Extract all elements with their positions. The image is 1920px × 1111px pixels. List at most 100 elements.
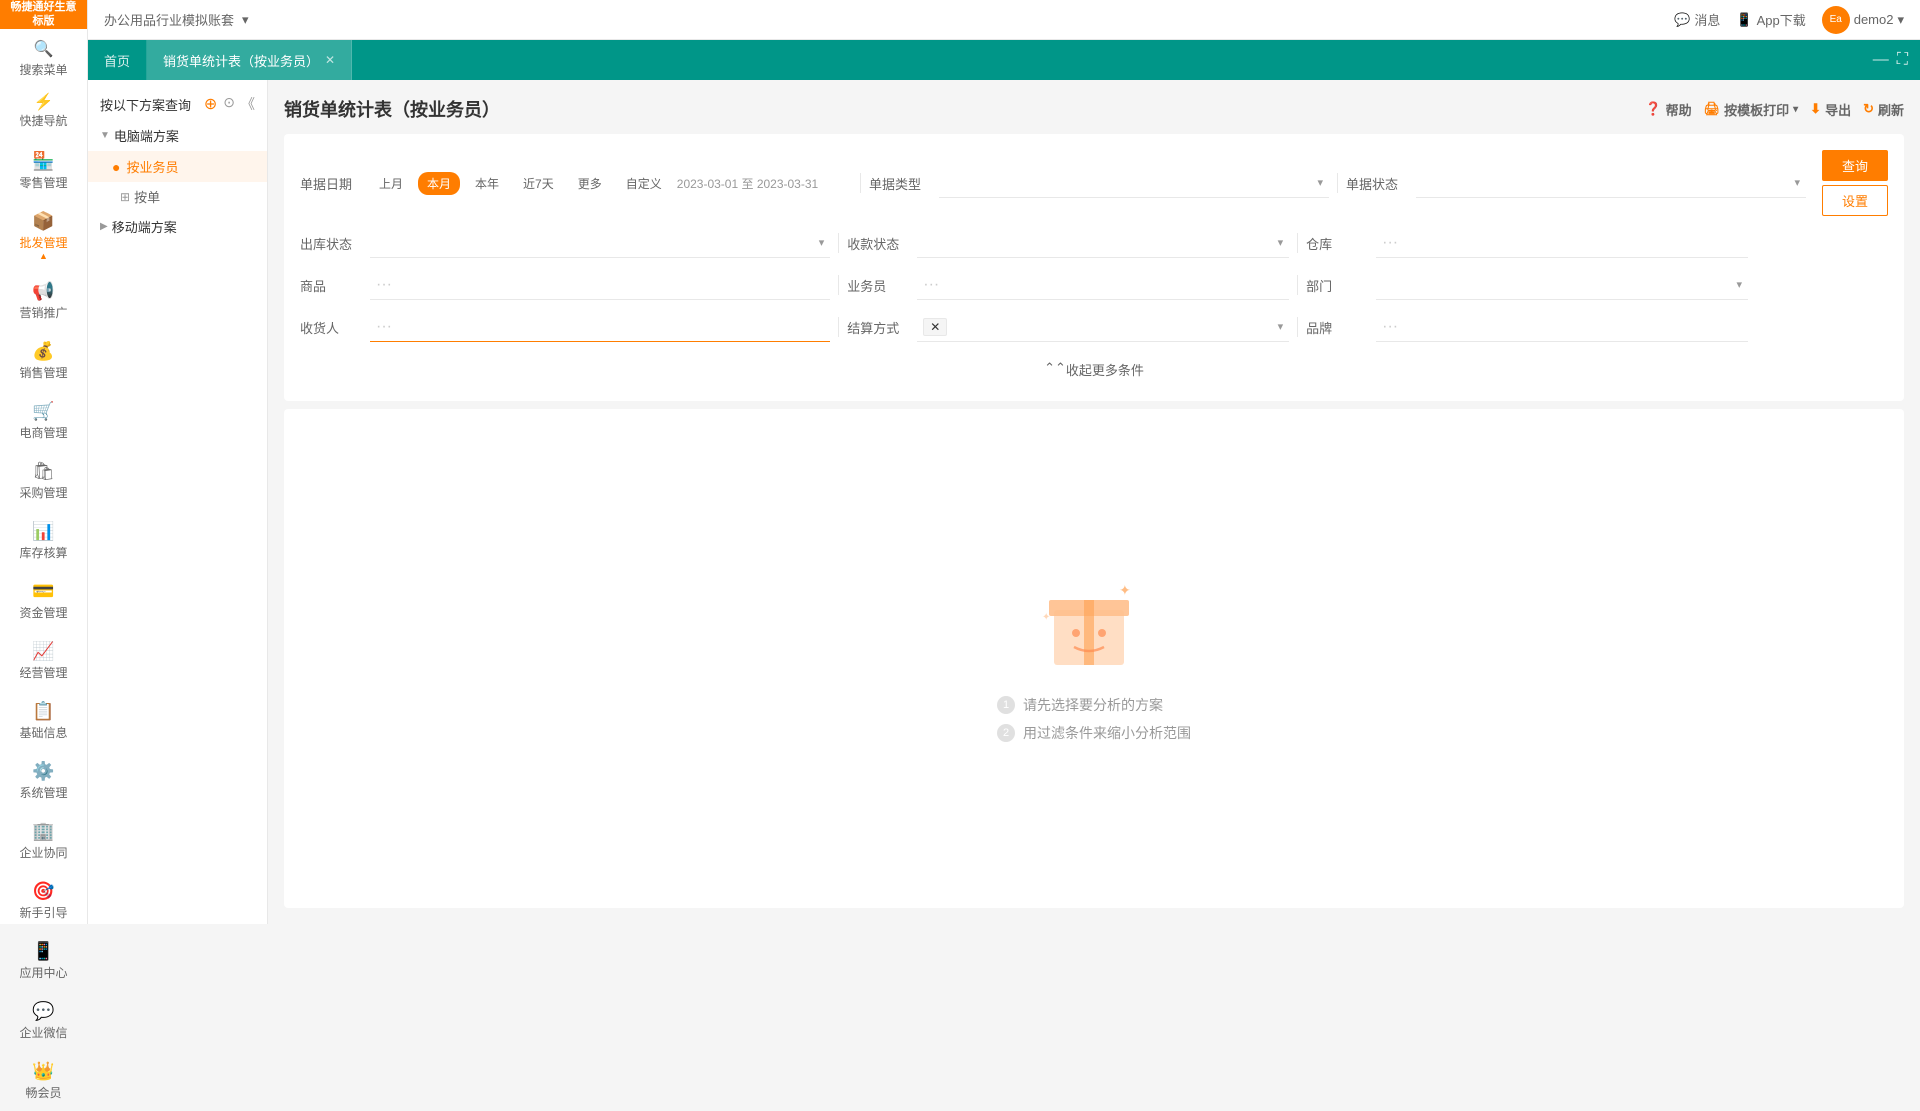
tab-minimize-button[interactable]: — <box>1873 51 1889 69</box>
user-dropdown-arrow: ▾ <box>1897 12 1904 28</box>
sidebar-item-finance[interactable]: 💳 资金管理 <box>0 571 87 631</box>
receipt-status-select[interactable]: ▾ <box>917 228 1289 258</box>
tab-close-button[interactable]: ✕ <box>325 53 335 67</box>
finance-icon: 💳 <box>32 581 54 602</box>
sales-icon: 💰 <box>32 341 54 362</box>
refresh-label: 刷新 <box>1878 100 1904 119</box>
doc-type-select[interactable]: ▾ <box>939 168 1329 198</box>
home-tab-label: 首页 <box>104 51 130 70</box>
message-icon: 💬 <box>1674 12 1690 28</box>
mobile-group: ▶ 移动端方案 <box>88 211 267 242</box>
date-btn-last-month[interactable]: 上月 <box>370 172 412 195</box>
sidebar-item-ecommerce[interactable]: 🛒 电商管理 <box>0 391 87 451</box>
out-status-select[interactable]: ▾ <box>370 228 830 258</box>
sidebar-item-sales[interactable]: 💰 销售管理 <box>0 331 87 391</box>
app-download-button[interactable]: 📱 App下载 <box>1736 10 1805 29</box>
empty-step-1: 1 请先选择要分析的方案 <box>997 695 1191 715</box>
settlement-label: 结算方式 <box>847 318 917 337</box>
topbar: 办公用品行业模拟账套 ▾ 💬 消息 📱 App下载 Ea demo2 ▾ <box>88 0 1920 40</box>
sidebar-item-newbie[interactable]: 🎯 新手引导 <box>0 871 87 931</box>
sidebar-item-label: 新手引导 <box>19 904 67 921</box>
divider-1 <box>860 173 861 193</box>
date-btn-more[interactable]: 更多 <box>569 172 611 195</box>
settlement-select[interactable]: ✕ ▾ <box>917 312 1289 342</box>
topbar-dropdown[interactable]: ▾ <box>242 12 249 28</box>
sidebar-item-membership[interactable]: 👑 畅会员 <box>0 1051 87 1111</box>
collapse-panel-button[interactable]: 《 <box>241 94 255 114</box>
query-button[interactable]: 查询 <box>1822 150 1888 181</box>
product-filter-item: 商品 ··· <box>300 270 830 300</box>
left-panel: 按以下方案查询 ⊕ ⊙ 《 ▼ 电脑端方案 ● 按业务员 ⊞ <box>88 80 268 924</box>
department-select[interactable]: ▾ <box>1376 270 1748 300</box>
mobile-group-title[interactable]: ▶ 移动端方案 <box>88 211 267 242</box>
sidebar-item-corp-wechat[interactable]: 💬 企业微信 <box>0 991 87 1051</box>
tab-maximize-button[interactable]: ⛶ <box>1897 51 1908 69</box>
salesperson-select[interactable]: ··· <box>917 270 1289 300</box>
brand-select[interactable]: ··· <box>1376 312 1748 342</box>
help-label: 帮助 <box>1666 100 1692 119</box>
messages-button[interactable]: 💬 消息 <box>1674 10 1720 29</box>
sidebar-item-retail[interactable]: 🏪 零售管理 <box>0 141 87 201</box>
sidebar-item-wholesale[interactable]: 📦 批发管理 ▲ <box>0 201 87 271</box>
sidebar-item-marketing[interactable]: 📢 营销推广 <box>0 271 87 331</box>
sidebar-item-inventory[interactable]: 📊 库存核算 <box>0 511 87 571</box>
quick-nav[interactable]: ⚡ 快捷导航 <box>19 84 67 133</box>
tab-home[interactable]: 首页 <box>88 40 147 80</box>
salesperson-scheme-item[interactable]: ● 按业务员 <box>88 151 267 182</box>
tab-sales-report[interactable]: 销货单统计表（按业务员） ✕ <box>147 40 352 80</box>
query-setting-buttons: 查询 设置 <box>1822 150 1888 216</box>
sidebar-item-purchase[interactable]: 🛍 采购管理 <box>0 451 87 511</box>
quick-nav-label: 快捷导航 <box>19 112 67 129</box>
receiver-dots: ··· <box>376 318 392 336</box>
membership-icon: 👑 <box>32 1061 54 1082</box>
sidebar-search[interactable]: 🔍 搜索菜单 <box>19 29 67 84</box>
date-btn-this-year[interactable]: 本年 <box>466 172 508 195</box>
sidebar-item-system[interactable]: ⚙️ 系统管理 <box>0 751 87 811</box>
setting-button[interactable]: 设置 <box>1822 185 1888 216</box>
export-icon: ⬇ <box>1810 101 1821 117</box>
template-print-button[interactable]: 🖨 按模板打印 ▾ <box>1704 100 1799 119</box>
product-select[interactable]: ··· <box>370 270 830 300</box>
doc-status-select[interactable]: ▾ <box>1416 168 1806 198</box>
salesperson-scheme-icon: ● <box>112 159 120 175</box>
logo-text: 畅捷通好生意 <box>11 0 77 14</box>
refresh-button[interactable]: ↻ 刷新 <box>1863 100 1904 119</box>
receiver-select[interactable]: ··· <box>370 312 830 342</box>
svg-text:✦: ✦ <box>1042 612 1050 623</box>
apps-icon: 📱 <box>32 941 54 962</box>
out-status-label: 出库状态 <box>300 234 370 253</box>
product-label: 商品 <box>300 276 370 295</box>
warehouse-dots: ··· <box>1382 234 1398 252</box>
date-btn-7days[interactable]: 近7天 <box>514 172 563 195</box>
date-btn-custom[interactable]: 自定义 <box>617 172 671 195</box>
pc-group-title[interactable]: ▼ 电脑端方案 <box>88 120 267 151</box>
sidebar-item-basics[interactable]: 📋 基础信息 <box>0 691 87 751</box>
collapse-label: 收起更多条件 <box>1066 360 1144 379</box>
user-menu[interactable]: Ea demo2 ▾ <box>1822 6 1904 34</box>
order-scheme-item[interactable]: ⊞ 按单 <box>88 182 267 211</box>
brand-dots: ··· <box>1382 318 1398 336</box>
salesperson-scheme-label: 按业务员 <box>126 157 178 176</box>
export-button[interactable]: ⬇ 导出 <box>1810 100 1851 119</box>
left-panel-header: 按以下方案查询 ⊕ ⊙ 《 <box>88 88 267 120</box>
edit-scheme-button[interactable]: ⊙ <box>223 94 235 114</box>
collapse-button[interactable]: ⌃⌃ 收起更多条件 <box>300 354 1888 385</box>
date-btn-this-month[interactable]: 本月 <box>418 172 460 195</box>
help-button[interactable]: ❓ 帮助 <box>1645 100 1691 119</box>
enterprise-icon: 🏢 <box>32 821 54 842</box>
filter-card: 单据日期 上月 本月 本年 近7天 更多 自定义 2023-03-01 至 20… <box>284 134 1904 401</box>
settlement-tag-close[interactable]: ✕ <box>930 320 940 334</box>
sidebar-item-apps[interactable]: 📱 应用中心 <box>0 931 87 991</box>
sidebar-item-operations[interactable]: 📈 经营管理 <box>0 631 87 691</box>
sidebar-item-label: 批发管理 <box>19 234 67 251</box>
step-1-num: 1 <box>997 696 1015 714</box>
avatar: Ea <box>1822 6 1850 34</box>
main-area: 办公用品行业模拟账套 ▾ 💬 消息 📱 App下载 Ea demo2 ▾ 首 <box>88 0 1920 924</box>
add-scheme-button[interactable]: ⊕ <box>204 94 217 114</box>
filter-row-1: 单据日期 上月 本月 本年 近7天 更多 自定义 2023-03-01 至 20… <box>300 150 1888 216</box>
sidebar-item-enterprise[interactable]: 🏢 企业协同 <box>0 811 87 871</box>
salesperson-dots: ··· <box>923 276 939 294</box>
inventory-icon: 📊 <box>32 521 54 542</box>
warehouse-select[interactable]: ··· <box>1376 228 1748 258</box>
mobile-group-arrow: ▶ <box>100 221 108 232</box>
